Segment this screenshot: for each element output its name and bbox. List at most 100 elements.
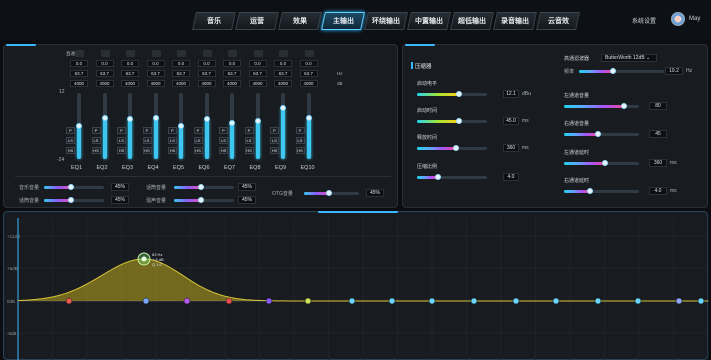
left-volume-value[interactable]: 80	[649, 102, 667, 110]
eq-band-node[interactable]	[225, 297, 233, 305]
right-volume-value[interactable]: 45	[649, 130, 667, 138]
mic-volume-value[interactable]: 45%	[111, 196, 129, 204]
q-value-field[interactable]: 0.0	[95, 60, 114, 67]
filter-type-hs-button[interactable]: HS	[219, 147, 228, 154]
start-time-knob[interactable]	[456, 118, 462, 124]
otg-volume-knob[interactable]	[326, 190, 332, 196]
bypass-checkbox[interactable]	[100, 50, 110, 57]
filter-type-ls-button[interactable]: LS	[244, 137, 254, 144]
eq-band-node[interactable]	[470, 297, 478, 305]
eq-slider-knob[interactable]	[280, 105, 286, 111]
tab-4[interactable]: 主输出	[321, 12, 365, 30]
filter-type-p-button[interactable]: P	[244, 127, 254, 134]
eq-slider-knob[interactable]	[305, 115, 312, 121]
otg-volume-value[interactable]: 45%	[366, 189, 384, 197]
tab-8[interactable]: 录音输出	[493, 12, 537, 30]
freq-value-field[interactable]: 63.7	[146, 70, 165, 77]
gain-value-field[interactable]: 4000	[146, 80, 165, 87]
bypass-checkbox[interactable]	[228, 50, 237, 57]
gain-value-field[interactable]: 4000	[121, 80, 139, 87]
bypass-checkbox[interactable]	[279, 50, 288, 57]
filter-type-hs-button[interactable]: HS	[244, 147, 254, 154]
reverb-volume-value[interactable]: 45%	[238, 196, 256, 204]
freq-value-field[interactable]: 63.7	[172, 70, 190, 77]
gain-value-field[interactable]: 4000	[223, 80, 241, 87]
gain-value-field[interactable]: 4000	[248, 80, 267, 87]
eq-band-node[interactable]	[388, 297, 396, 305]
q-value-field[interactable]: 0.0	[146, 60, 165, 67]
filter-type-p-button[interactable]: P	[142, 127, 152, 134]
gain-value-field[interactable]: 4000	[95, 80, 114, 87]
start-level-knob[interactable]	[456, 91, 462, 97]
gain-value-field[interactable]: 4000	[197, 80, 216, 87]
filter-type-ls-button[interactable]: LS	[295, 137, 305, 144]
filter-type-ls-button[interactable]: LS	[66, 137, 75, 144]
user-name[interactable]: May	[689, 16, 700, 22]
q-value-field[interactable]: 0.0	[197, 60, 216, 67]
right-delay-value[interactable]: 4.0	[649, 187, 667, 195]
eq-slider-knob[interactable]	[127, 116, 133, 122]
freq-value-field[interactable]: 63.7	[121, 70, 139, 77]
eq-slider-knob[interactable]	[101, 115, 108, 121]
q-value-field[interactable]: 0.0	[70, 60, 88, 67]
system-settings-link[interactable]: 系统设置	[632, 16, 656, 25]
left-delay-knob[interactable]	[602, 160, 608, 166]
filter-type-p-button[interactable]: P	[295, 127, 305, 134]
mic-volume-knob[interactable]	[68, 197, 74, 203]
filter-type-ls-button[interactable]: LS	[168, 137, 177, 144]
filter-type-hs-button[interactable]: HS	[66, 147, 75, 154]
tab-6[interactable]: 中置输出	[407, 12, 451, 30]
tab-7[interactable]: 超低输出	[450, 12, 494, 30]
q-value-field[interactable]: 0.0	[299, 60, 318, 67]
tab-5[interactable]: 环绕输出	[364, 12, 408, 30]
gain-value-field[interactable]: 4000	[299, 80, 318, 87]
gain-value-field[interactable]: 4000	[274, 80, 292, 87]
start-level-value[interactable]: 12.1	[503, 90, 519, 98]
filter-type-hs-button[interactable]: HS	[295, 147, 305, 154]
filter-type-p-button[interactable]: P	[193, 127, 203, 134]
q-value-field[interactable]: 0.0	[172, 60, 190, 67]
eq-band-node[interactable]	[142, 297, 150, 305]
tab-2[interactable]: 运营	[235, 12, 279, 30]
eq-slider-knob[interactable]	[254, 118, 261, 124]
filter-type-ls-button[interactable]: LS	[270, 137, 279, 144]
music-volume-knob[interactable]	[68, 184, 74, 190]
q-value-field[interactable]: 0.0	[121, 60, 139, 67]
compress-ratio-value[interactable]: 4.0	[503, 173, 519, 181]
effect-volume-value[interactable]: 45%	[238, 183, 256, 191]
eq-band-node[interactable]	[697, 297, 705, 305]
filter-type-p-button[interactable]: P	[168, 127, 177, 134]
filter-type-hs-button[interactable]: HS	[117, 147, 126, 154]
bypass-checkbox[interactable]	[202, 50, 212, 57]
gain-value-field[interactable]: 4000	[172, 80, 190, 87]
filter-type-select[interactable]: ButterWorth 12dB ⌄	[601, 54, 657, 62]
eq-band-node[interactable]	[304, 297, 312, 305]
q-value-field[interactable]: 0.0	[223, 60, 241, 67]
bypass-checkbox[interactable]	[304, 50, 314, 57]
filter-type-hs-button[interactable]: HS	[91, 147, 101, 154]
right-volume-knob[interactable]	[595, 131, 601, 137]
eq-band-node[interactable]	[428, 297, 436, 305]
bypass-checkbox[interactable]	[177, 50, 186, 57]
effect-volume-knob[interactable]	[198, 184, 204, 190]
freq-value-field[interactable]: 63.7	[299, 70, 318, 77]
eq-slider-knob[interactable]	[76, 123, 82, 129]
filter-type-ls-button[interactable]: LS	[142, 137, 152, 144]
eq-slider-knob[interactable]	[203, 116, 210, 122]
filter-type-hs-button[interactable]: HS	[168, 147, 177, 154]
release-time-value[interactable]: 360	[503, 144, 519, 152]
eq-curve-graph[interactable]: +12dB+6dB0dB-6dB63 Hz+ 6 dBQ 1.0	[4, 212, 709, 360]
eq-band-node[interactable]	[512, 297, 520, 305]
freq-value-field[interactable]: 63.7	[95, 70, 114, 77]
tab-1[interactable]: 音乐	[192, 12, 236, 30]
filter-freq-knob[interactable]	[610, 68, 616, 74]
filter-type-p-button[interactable]: P	[219, 127, 228, 134]
filter-type-hs-button[interactable]: HS	[270, 147, 279, 154]
filter-type-p-button[interactable]: P	[117, 127, 126, 134]
eq-band-node[interactable]	[675, 297, 683, 305]
reverb-volume-knob[interactable]	[198, 197, 204, 203]
eq-band-node[interactable]	[265, 297, 273, 305]
eq-slider-knob[interactable]	[152, 115, 159, 121]
right-delay-knob[interactable]	[587, 188, 593, 194]
bypass-checkbox[interactable]	[253, 50, 263, 57]
